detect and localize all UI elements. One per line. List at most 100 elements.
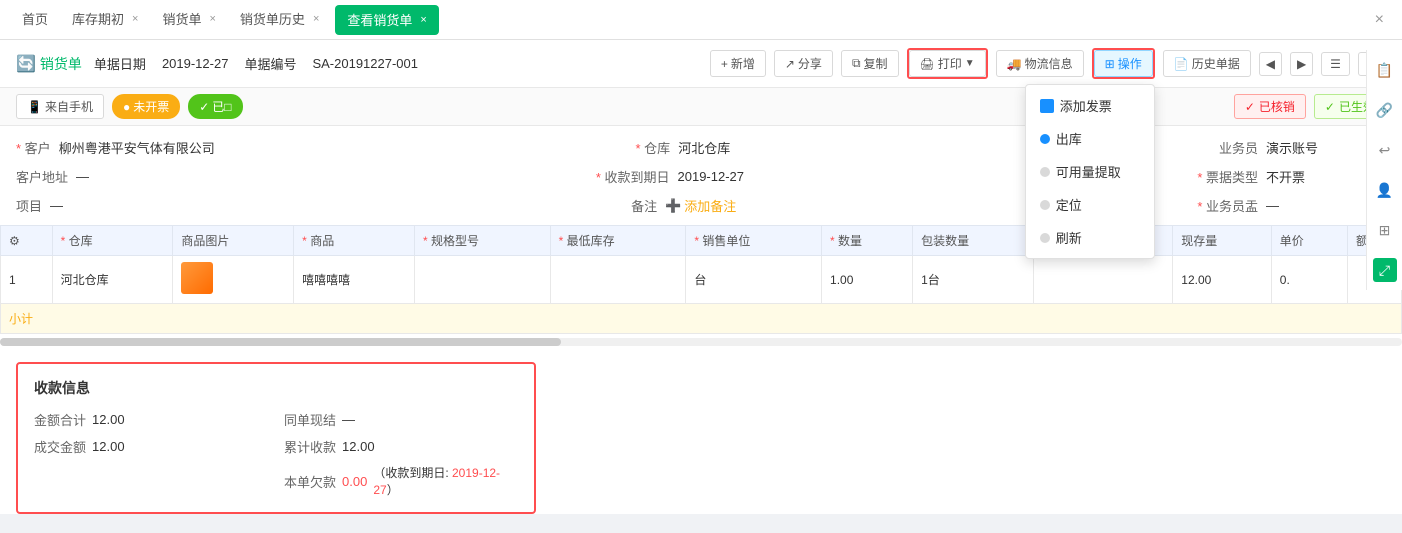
total-value: 12.00	[92, 412, 125, 427]
horizontal-scrollbar[interactable]	[0, 338, 1402, 346]
tab-view-sales[interactable]: 查看销货单 ×	[335, 5, 438, 35]
from-phone-button[interactable]: 📱 来自手机	[16, 94, 104, 119]
main-content: 🔄 销货单 单据日期 2019-12-27 单据编号 SA-20191227-0…	[0, 40, 1402, 514]
doc-header: 🔄 销货单 单据日期 2019-12-27 单据编号 SA-20191227-0…	[0, 40, 1402, 88]
project-value: —	[50, 198, 170, 213]
tab-inventory-init[interactable]: 库存期初 ×	[60, 0, 150, 40]
dropdown-add-invoice[interactable]: 添加发票	[1026, 89, 1154, 122]
product-thumbnail	[181, 262, 213, 294]
warehouse-value: 河北仓库	[678, 138, 798, 157]
deal-amount-label: 成交金额	[34, 437, 86, 456]
col-settings[interactable]: ⚙	[1, 226, 53, 256]
toolbar-row: 📱 来自手机 ● 未开票 ✓ 已□ ✓ 已核销 ✓ 已生效	[0, 88, 1402, 126]
receipt-section: 收款信息 金额合计 12.00 同单现结 — 成交金额 12.00 累计收款 1…	[16, 362, 536, 514]
same-order-value: —	[342, 412, 355, 427]
check-circle-green-icon: ✓	[1325, 100, 1335, 114]
add-note-button[interactable]: ➕ 添加备注	[665, 196, 736, 215]
address-label: 客户地址	[16, 167, 68, 186]
col-spec: 规格型号	[414, 226, 550, 256]
scrollbar-thumb[interactable]	[0, 338, 561, 346]
due-date-value: 2019-12-27	[678, 169, 798, 184]
confirmed-button[interactable]: ✓ 已□	[188, 94, 242, 119]
cell-stock: 12.00	[1173, 256, 1272, 304]
doc-icon: 🔄	[16, 54, 36, 74]
operate-dropdown: 添加发票 出库 可用量提取 定位	[1025, 84, 1155, 259]
right-icon-user[interactable]: 👤	[1373, 178, 1397, 202]
col-min-stock: 最低库存	[550, 226, 686, 256]
date-label: 单据日期	[94, 54, 146, 73]
right-icon-link[interactable]: 🔗	[1373, 98, 1397, 122]
check-icon: ✓	[199, 100, 209, 114]
phone-icon: 📱	[27, 100, 42, 114]
tab-sales-history[interactable]: 销货单历史 ×	[228, 0, 331, 40]
right-icon-expand[interactable]: ⤢	[1373, 258, 1397, 282]
tab-close-history[interactable]: ×	[313, 13, 319, 25]
cell-unit-price: 0.	[1271, 256, 1347, 304]
grid-icon: ⊞	[1105, 57, 1115, 71]
dropdown-locate[interactable]: 定位	[1026, 188, 1154, 221]
nav-prev-button[interactable]: ◀	[1259, 52, 1282, 76]
salesperson-label: 业务员	[1219, 138, 1258, 157]
same-order-label: 同单现结	[284, 410, 336, 429]
plus-note-icon: ➕	[665, 198, 681, 214]
subtotal-row: 小计	[1, 304, 1402, 334]
tab-close-sales[interactable]: ×	[209, 13, 215, 25]
number-label: 单据编号	[244, 54, 296, 73]
col-sales-unit: 销售单位	[686, 226, 822, 256]
operate-button[interactable]: ⊞ 操作	[1094, 50, 1153, 77]
print-button[interactable]: 🖨 打印 ▼	[909, 50, 986, 77]
tab-close-view[interactable]: ×	[420, 14, 426, 26]
history-button[interactable]: 📄 历史单据	[1163, 50, 1251, 77]
col-product-img: 商品图片	[173, 226, 294, 256]
action-buttons: + 新增 ↗ 分享 ⧉ 复制 🖨 打印 ▼ 🚚 物流信息	[710, 48, 1386, 79]
close-window-button[interactable]: ×	[1367, 11, 1392, 29]
date-value: 2019-12-27	[162, 56, 229, 71]
print-highlight: 🖨 打印 ▼	[907, 48, 988, 79]
tab-sales-order[interactable]: 销货单 ×	[150, 0, 227, 40]
col-pack-qty: 包装数量	[913, 226, 1034, 256]
data-table: ⚙ 仓库 商品图片 商品 规格型号 最低库存 销售单位 数量 包装数量 可用量（…	[0, 225, 1402, 334]
col-warehouse: 仓库	[52, 226, 173, 256]
cumulative-value: 12.00	[342, 439, 375, 454]
tab-close-inventory[interactable]: ×	[132, 13, 138, 25]
receipt-same-order: 同单现结 —	[284, 410, 518, 429]
dropdown-out-warehouse[interactable]: 出库	[1026, 122, 1154, 155]
right-icon-grid[interactable]: ⊞	[1373, 218, 1397, 242]
plus-icon: +	[721, 57, 728, 71]
tab-home[interactable]: 首页	[10, 0, 60, 40]
locate-icon	[1040, 200, 1050, 210]
cell-product: 嘻嘻嘻嘻	[294, 256, 415, 304]
list-icon: ☰	[1330, 57, 1341, 71]
cell-index: 1	[1, 256, 53, 304]
receipt-owed: 本单欠款 0.00 （收款到期日: 2019-12-27）	[284, 464, 518, 498]
deal-amount-value: 12.00	[92, 439, 125, 454]
share-button[interactable]: ↗ 分享	[774, 50, 833, 77]
not-open-button[interactable]: ● 未开票	[112, 94, 180, 119]
cell-min-stock	[550, 256, 686, 304]
form-row-address: 客户地址 — 收款到期日 2019-12-27 票据类型 不开票	[16, 167, 1386, 186]
total-label: 金额合计	[34, 410, 86, 429]
nav-next-button[interactable]: ▶	[1290, 52, 1313, 76]
right-icon-doc[interactable]: 📋	[1373, 58, 1397, 82]
dropdown-available-qty[interactable]: 可用量提取	[1026, 155, 1154, 188]
customer-value: 柳州粤港平安气体有限公司	[59, 138, 215, 157]
list-view-button[interactable]: ☰	[1321, 52, 1350, 76]
new-button[interactable]: + 新增	[710, 50, 766, 77]
available-qty-icon	[1040, 167, 1050, 177]
owed-label: 本单欠款	[284, 472, 336, 491]
cell-quantity: 1.00	[822, 256, 913, 304]
customer-label: 客户	[16, 138, 51, 157]
cancel-badge: ✓ 已核销	[1234, 94, 1306, 119]
copy-button[interactable]: ⧉ 复制	[841, 50, 899, 77]
right-icon-return[interactable]: ↩	[1373, 138, 1397, 162]
cell-available	[1033, 256, 1172, 304]
form-row-customer: 客户 柳州粤港平安气体有限公司 仓库 河北仓库 业务员 演示账号	[16, 138, 1386, 157]
warehouse-label: 仓库	[636, 138, 671, 157]
subtotal-label: 小计	[1, 304, 1402, 334]
logistics-button[interactable]: 🚚 物流信息	[996, 50, 1084, 77]
dot-icon: ●	[123, 100, 130, 114]
dropdown-refresh[interactable]: 刷新	[1026, 221, 1154, 254]
doc-meta: 单据日期 2019-12-27 单据编号 SA-20191227-001	[94, 54, 418, 73]
cell-spec	[414, 256, 550, 304]
col-quantity: 数量	[822, 226, 913, 256]
